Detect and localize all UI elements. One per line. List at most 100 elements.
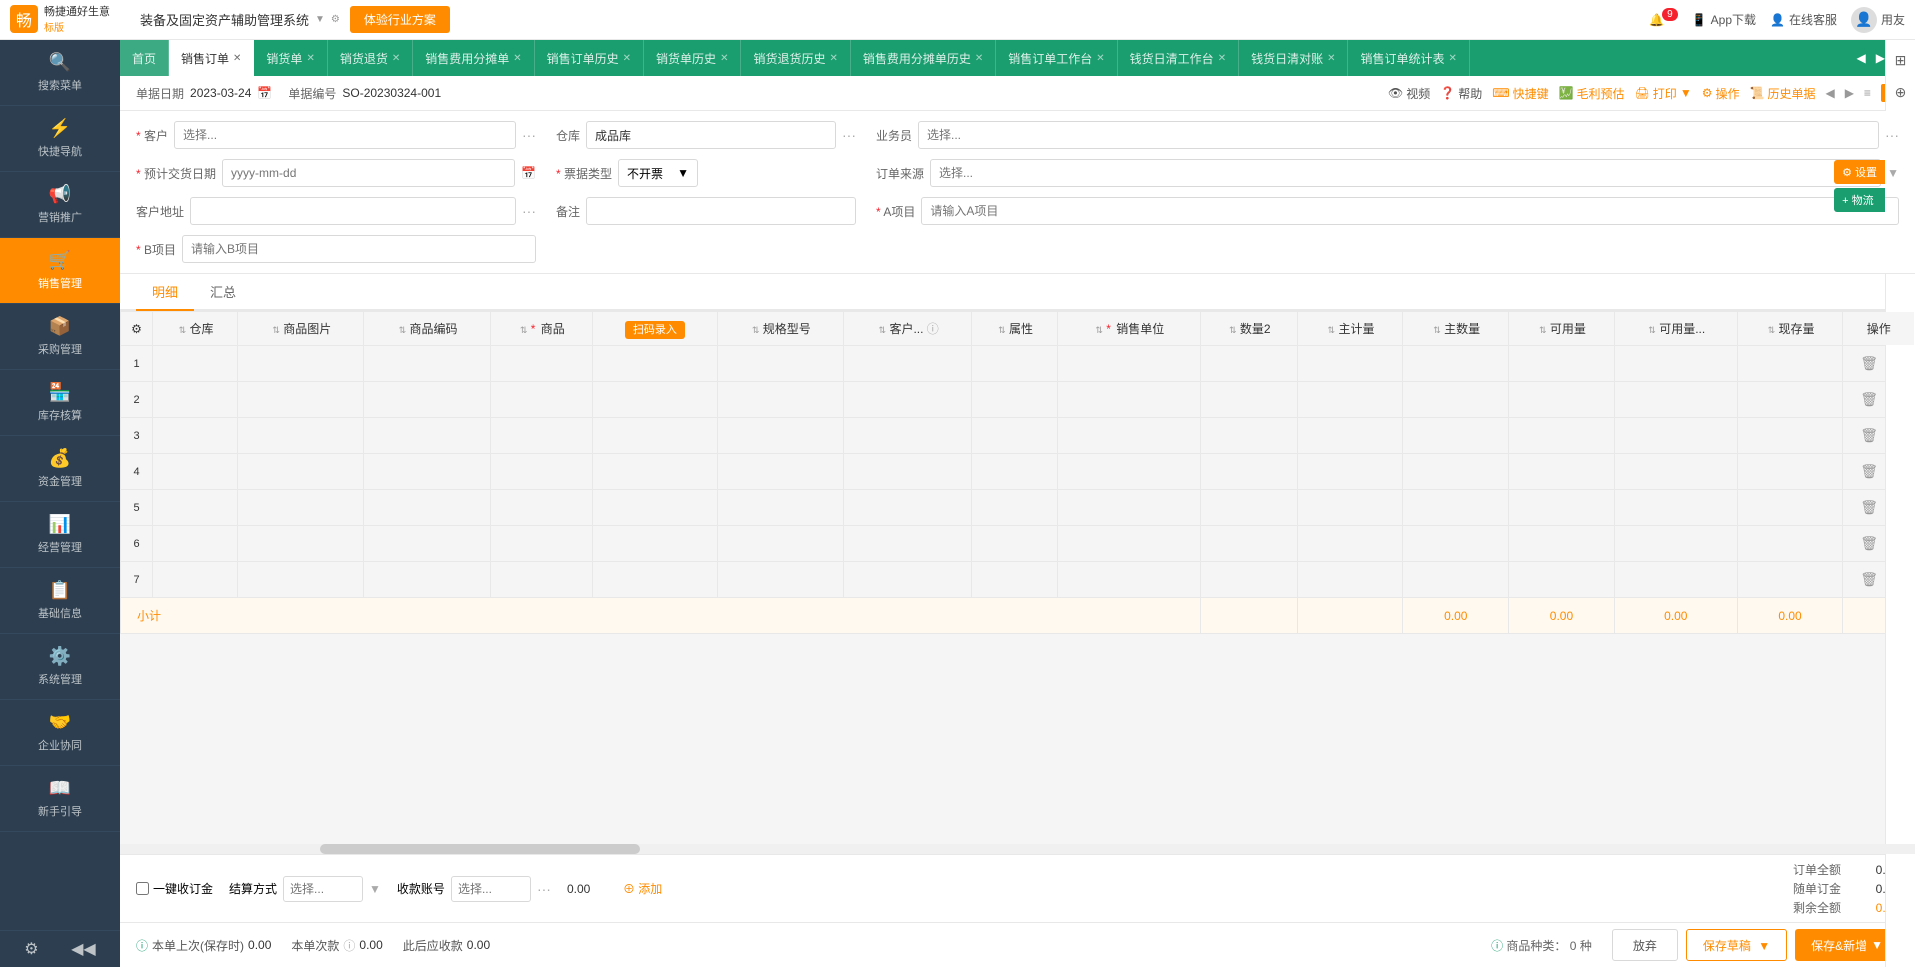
row-3-qty2[interactable] [1201,418,1298,454]
row-4-main-qty[interactable] [1403,454,1509,490]
row-7-attribute[interactable] [972,562,1057,598]
row-4-customer-code[interactable] [843,454,972,490]
delivery-date-input[interactable] [222,159,515,187]
row-1-main-qty[interactable] [1403,346,1509,382]
th-product[interactable]: ⇅ * 商品 [490,312,592,346]
tab-return-history[interactable]: 销货退货历史 ✕ [741,40,850,76]
th-product-code[interactable]: ⇅ 商品编码 [364,312,490,346]
tab-return-history-close[interactable]: ✕ [829,53,837,64]
row-1-attribute[interactable] [972,346,1057,382]
one-click-checkbox[interactable] [136,882,149,895]
draft-dropdown-icon[interactable]: ▼ [1758,939,1770,953]
tab-sales-history[interactable]: 销货单历史 ✕ [644,40,741,76]
settings-gear-icon[interactable]: ⚙ [331,14,340,25]
row-1-product[interactable] [490,346,592,382]
print-arrow[interactable]: ▼ [1680,86,1692,100]
th-customer-code[interactable]: ⇅ 客户... ⓘ [843,312,972,346]
tab-fee-split[interactable]: 销售费用分摊单 ✕ [413,40,534,76]
sidebar-settings-icon[interactable]: ⚙ [24,939,38,959]
row-4-product-code[interactable] [364,454,490,490]
row-4-qty2[interactable] [1201,454,1298,490]
warehouse-input[interactable] [586,121,836,149]
delivery-date-calendar-icon[interactable]: 📅 [521,166,536,180]
action-help[interactable]: ❓ 帮助 [1440,85,1482,102]
tab-sales-order-close[interactable]: ✕ [233,53,241,64]
sidebar-item-guide[interactable]: 📖 新手引导 [0,766,120,832]
sidebar-item-system[interactable]: ⚙️ 系统管理 [0,634,120,700]
customer-more-icon[interactable]: ··· [522,127,536,143]
order-source-input[interactable] [930,159,1881,187]
warehouse-more-icon[interactable]: ··· [842,127,856,143]
save-dropdown-icon[interactable]: ▼ [1871,938,1883,952]
row-3-spec[interactable] [717,418,843,454]
draft-button[interactable]: 保存草稿 ▼ [1686,929,1787,961]
sidebar-item-purchase[interactable]: 📦 采购管理 [0,304,120,370]
row-7-product[interactable] [490,562,592,598]
th-current-stock[interactable]: ⇅ 现存量 [1737,312,1843,346]
row-3-sales-unit[interactable] [1057,418,1200,454]
row-5-qty2[interactable] [1201,490,1298,526]
sidebar-item-basic[interactable]: 📋 基础信息 [0,568,120,634]
row-7-main-qty[interactable] [1403,562,1509,598]
table-wrapper[interactable]: ⚙ ⇅ 仓库 ⇅ 商品图片 ⇅ 商品编码 [120,311,1915,844]
th-spec[interactable]: ⇅ 规格型号 [717,312,843,346]
tab-home[interactable]: 首页 [120,40,169,76]
customer-address-input[interactable] [190,197,516,225]
row-3-customer-code[interactable] [843,418,972,454]
action-profit[interactable]: 💹 毛利预估 [1559,85,1625,102]
scroll-thumb[interactable] [320,844,640,854]
row-4-product[interactable] [490,454,592,490]
row-4-sales-unit[interactable] [1057,454,1200,490]
row-6-delete-icon[interactable]: 🗑 [1858,533,1880,553]
row-7-qty2[interactable] [1201,562,1298,598]
horizontal-scrollbar[interactable] [120,844,1915,854]
tab-sales-history-close[interactable]: ✕ [720,53,728,64]
customer-code-info-icon[interactable]: ⓘ [927,322,939,336]
th-available2[interactable]: ⇅ 可用量... [1614,312,1737,346]
th-warehouse[interactable]: ⇅ 仓库 [153,312,238,346]
customer-input[interactable] [174,121,516,149]
row-2-product-code[interactable] [364,382,490,418]
save-button[interactable]: 保存&新增 ▼ [1795,929,1899,961]
action-shortcuts[interactable]: ⌨ 快捷键 [1492,85,1548,102]
notification-item[interactable]: 🔔 9 [1649,13,1678,27]
tab-fee-split-history[interactable]: 销售费用分摊单历史 ✕ [851,40,996,76]
row-4-spec[interactable] [717,454,843,490]
tab-order-history-close[interactable]: ✕ [623,53,631,64]
row-5-customer-code[interactable] [843,490,972,526]
view-list-icon[interactable]: ≡ [1864,86,1871,100]
th-sales-unit[interactable]: ⇅ * 销售单位 [1057,312,1200,346]
sidebar-item-quicknav[interactable]: ⚡ 快捷导航 [0,106,120,172]
th-attribute[interactable]: ⇅ 属性 [972,312,1057,346]
sidebar-item-enterprise[interactable]: 🤝 企业协同 [0,700,120,766]
row-6-main-qty[interactable] [1403,526,1509,562]
action-view[interactable]: 👁 视频 [1388,85,1430,102]
row-5-main-qty[interactable] [1403,490,1509,526]
row-6-sales-unit[interactable] [1057,526,1200,562]
row-7-product-code[interactable] [364,562,490,598]
invoice-type-select[interactable]: 不开票 ▼ [618,159,698,187]
th-gear[interactable]: ⚙ [121,312,153,346]
a-project-input[interactable] [921,197,1899,225]
add-link[interactable]: ⊕ 添加 [623,880,662,897]
sidebar-item-sales[interactable]: 🛒 销售管理 [0,238,120,304]
row-2-customer-code[interactable] [843,382,972,418]
row-2-spec[interactable] [717,382,843,418]
row-3-product[interactable] [490,418,592,454]
th-product-image[interactable]: ⇅ 商品图片 [238,312,364,346]
action-history[interactable]: 📜 历史单据 [1749,85,1815,102]
row-6-product-code[interactable] [364,526,490,562]
nav-prev-icon[interactable]: ◀ [1825,86,1834,100]
settlement-method-arrow[interactable]: ▼ [369,882,381,896]
tab-daily-clear[interactable]: 钱货日清工作台 ✕ [1118,40,1239,76]
notes-input[interactable] [586,197,856,225]
sidebar-collapse-icon[interactable]: ◀◀ [71,939,96,959]
user-item[interactable]: 👤 用友 [1851,7,1905,33]
row-2-delete-icon[interactable]: 🗑 [1858,389,1880,409]
settings-button[interactable]: ⚙ 设置 [1834,160,1885,184]
settlement-method-input[interactable] [283,876,363,902]
row-5-product-code[interactable] [364,490,490,526]
row-3-product-code[interactable] [364,418,490,454]
row-5-product[interactable] [490,490,592,526]
action-print[interactable]: 🖨 打印 ▼ [1635,85,1692,102]
